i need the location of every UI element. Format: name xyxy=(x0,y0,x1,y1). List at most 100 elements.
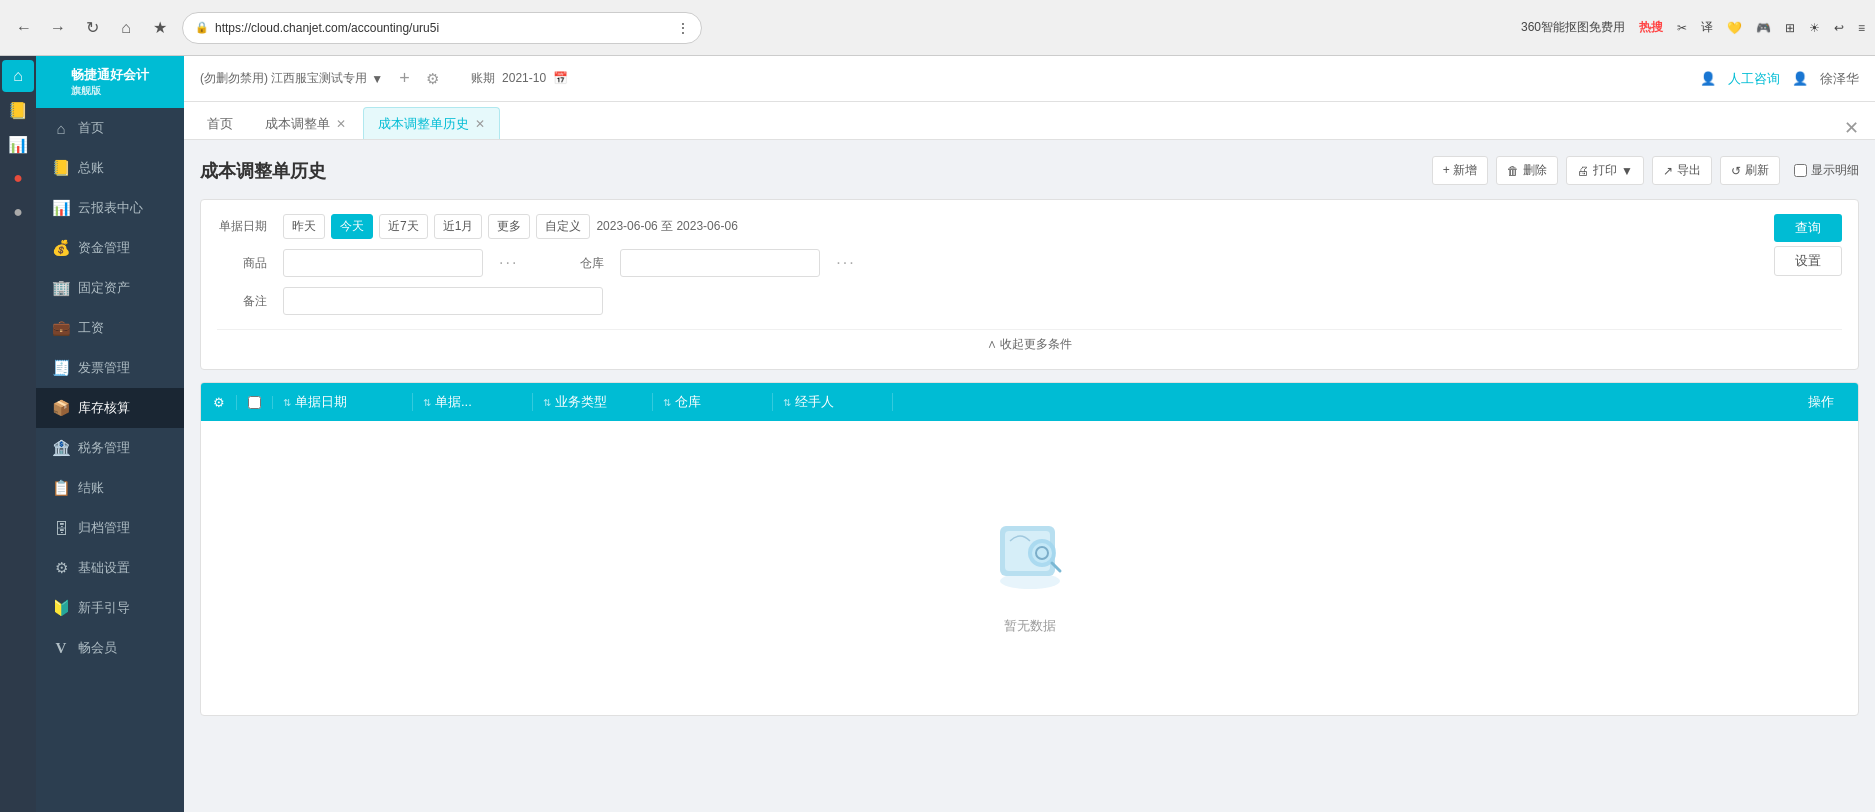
warehouse-input[interactable] xyxy=(620,249,820,277)
goods-input[interactable] xyxy=(283,249,483,277)
gear-column-icon: ⚙ xyxy=(213,395,225,410)
back-button[interactable]: ← xyxy=(10,14,38,42)
sidebar-item-guide[interactable]: 🔰 新手引导 xyxy=(36,588,184,628)
sidebar-strip-home[interactable]: ⌂ xyxy=(2,60,34,92)
sidebar-item-vip[interactable]: V 畅会员 xyxy=(36,628,184,668)
sidebar-label-ledger: 总账 xyxy=(78,159,104,177)
date-btn-1month[interactable]: 近1月 xyxy=(434,214,483,239)
star-button[interactable]: ★ xyxy=(146,14,174,42)
browser-menu-icon: ⋮ xyxy=(677,21,689,35)
th-check[interactable] xyxy=(237,396,273,409)
home-button[interactable]: ⌂ xyxy=(112,14,140,42)
translate-icon: 译 xyxy=(1701,19,1713,36)
delete-button[interactable]: 🗑 删除 xyxy=(1496,156,1558,185)
tab-bar: 首页 成本调整单 ✕ 成本调整单历史 ✕ ✕ xyxy=(184,102,1875,140)
date-buttons: 昨天 今天 近7天 近1月 更多 自定义 2023-06-06 至 2023-0… xyxy=(283,214,738,239)
tab-home[interactable]: 首页 xyxy=(192,107,248,139)
select-all-checkbox[interactable] xyxy=(248,396,261,409)
th-person[interactable]: ⇅ 经手人 xyxy=(773,393,893,411)
th-no[interactable]: ⇅ 单据... xyxy=(413,393,533,411)
calendar-icon[interactable]: 📅 xyxy=(553,71,568,85)
th-action-label: 操作 xyxy=(1808,393,1834,411)
tab-cost-adjust-history-close[interactable]: ✕ xyxy=(475,117,485,131)
sidebar-item-fixed-assets[interactable]: 🏢 固定资产 xyxy=(36,268,184,308)
sidebar-strip-ledger[interactable]: 📒 xyxy=(2,94,34,126)
tab-cost-adjust[interactable]: 成本调整单 ✕ xyxy=(250,107,361,139)
main-close-button[interactable]: ✕ xyxy=(1828,117,1875,139)
hot-search-label: 热搜 xyxy=(1639,19,1663,36)
query-button[interactable]: 查询 xyxy=(1774,214,1842,242)
period-label: 账期 xyxy=(471,71,495,85)
add-tab-button[interactable]: + xyxy=(399,68,410,89)
refresh-button[interactable]: ↻ xyxy=(78,14,106,42)
invoice-icon: 🧾 xyxy=(52,359,70,377)
tab-cost-adjust-close[interactable]: ✕ xyxy=(336,117,346,131)
print-button[interactable]: 🖨 打印 ▼ xyxy=(1566,156,1644,185)
sidebar-item-reports[interactable]: 📊 云报表中心 xyxy=(36,188,184,228)
sidebar-strip-reports[interactable]: 📊 xyxy=(2,128,34,160)
tax-icon: 🏦 xyxy=(52,439,70,457)
tab-home-label: 首页 xyxy=(207,115,233,133)
payroll-icon: 💼 xyxy=(52,319,70,337)
th-gear[interactable]: ⚙ xyxy=(201,395,237,410)
warehouse-more-dots[interactable]: ··· xyxy=(836,254,855,272)
goods-more-dots[interactable]: ··· xyxy=(499,254,518,272)
sidebar-label-invoice: 发票管理 xyxy=(78,359,130,377)
sidebar-label-inventory: 库存核算 xyxy=(78,399,130,417)
company-dropdown-icon: ▼ xyxy=(371,72,383,86)
consulting-label[interactable]: 人工咨询 xyxy=(1728,70,1780,88)
refresh-button[interactable]: ↺ 刷新 xyxy=(1720,156,1780,185)
grid-icon: ⊞ xyxy=(1785,21,1795,35)
forward-button[interactable]: → xyxy=(44,14,72,42)
sidebar-label-archive: 归档管理 xyxy=(78,519,130,537)
topbar: (勿删勿禁用) 江西服宝测试专用 ▼ + ⚙ 账期 2021-10 📅 👤 人工… xyxy=(184,56,1875,102)
sidebar-item-home[interactable]: ⌂ 首页 xyxy=(36,108,184,148)
settings-gear-icon[interactable]: ⚙ xyxy=(426,70,439,88)
reports-icon: 📊 xyxy=(52,199,70,217)
archive-icon: 🗄 xyxy=(52,520,70,537)
address-bar[interactable]: 🔒 https://cloud.chanjet.com/accounting/u… xyxy=(182,12,702,44)
sidebar-item-inventory[interactable]: 📦 库存核算 xyxy=(36,388,184,428)
data-table: ⚙ ⇅ 单据日期 ⇅ 单据... ⇅ 业务类型 xyxy=(200,382,1859,716)
sort-no-icon: ⇅ xyxy=(423,397,431,408)
consulting-icon: 👤 xyxy=(1700,71,1716,86)
add-button[interactable]: + 新增 xyxy=(1432,156,1488,185)
date-btn-more[interactable]: 更多 xyxy=(488,214,530,239)
tab-cost-adjust-history[interactable]: 成本调整单历史 ✕ xyxy=(363,107,500,139)
page-content: 成本调整单历史 + 新增 🗑 删除 🖨 打印 ▼ ↗ 导出 xyxy=(184,140,1875,812)
show-details-checkbox[interactable] xyxy=(1794,164,1807,177)
sidebar-item-tax[interactable]: 🏦 税务管理 xyxy=(36,428,184,468)
collapse-more-btn[interactable]: ∧ 收起更多条件 xyxy=(217,329,1842,359)
sidebar-item-invoice[interactable]: 🧾 发票管理 xyxy=(36,348,184,388)
sidebar-strip-social2[interactable]: ● xyxy=(2,196,34,228)
remark-input[interactable] xyxy=(283,287,603,315)
date-btn-yesterday[interactable]: 昨天 xyxy=(283,214,325,239)
show-details-toggle[interactable]: 显示明细 xyxy=(1794,162,1859,179)
th-biz-type[interactable]: ⇅ 业务类型 xyxy=(533,393,653,411)
sidebar-item-ledger[interactable]: 📒 总账 xyxy=(36,148,184,188)
brightness-icon: ☀ xyxy=(1809,21,1820,35)
scissors-icon: ✂ xyxy=(1677,21,1687,35)
company-selector[interactable]: (勿删勿禁用) 江西服宝测试专用 ▼ xyxy=(200,70,383,87)
th-biz-label: 业务类型 xyxy=(555,393,607,411)
logo-sub: 旗舰版 xyxy=(71,84,149,98)
sidebar-strip-social1[interactable]: ● xyxy=(2,162,34,194)
th-warehouse[interactable]: ⇅ 仓库 xyxy=(653,393,773,411)
username-label[interactable]: 徐泽华 xyxy=(1820,70,1859,88)
vip-icon: V xyxy=(52,640,70,657)
sidebar-item-closing[interactable]: 📋 结账 xyxy=(36,468,184,508)
sort-asc-icon: ⇅ xyxy=(283,397,291,408)
set-button[interactable]: 设置 xyxy=(1774,246,1842,276)
sidebar-label-settings: 基础设置 xyxy=(78,559,130,577)
sidebar-item-archive[interactable]: 🗄 归档管理 xyxy=(36,508,184,548)
th-date[interactable]: ⇅ 单据日期 xyxy=(273,393,413,411)
sort-warehouse-icon: ⇅ xyxy=(663,397,671,408)
sidebar-item-payroll[interactable]: 💼 工资 xyxy=(36,308,184,348)
sidebar-label-guide: 新手引导 xyxy=(78,599,130,617)
date-btn-today[interactable]: 今天 xyxy=(331,214,373,239)
date-btn-7days[interactable]: 近7天 xyxy=(379,214,428,239)
sidebar-item-settings[interactable]: ⚙ 基础设置 xyxy=(36,548,184,588)
sidebar-item-funds[interactable]: 💰 资金管理 xyxy=(36,228,184,268)
date-btn-custom[interactable]: 自定义 xyxy=(536,214,590,239)
export-button[interactable]: ↗ 导出 xyxy=(1652,156,1712,185)
